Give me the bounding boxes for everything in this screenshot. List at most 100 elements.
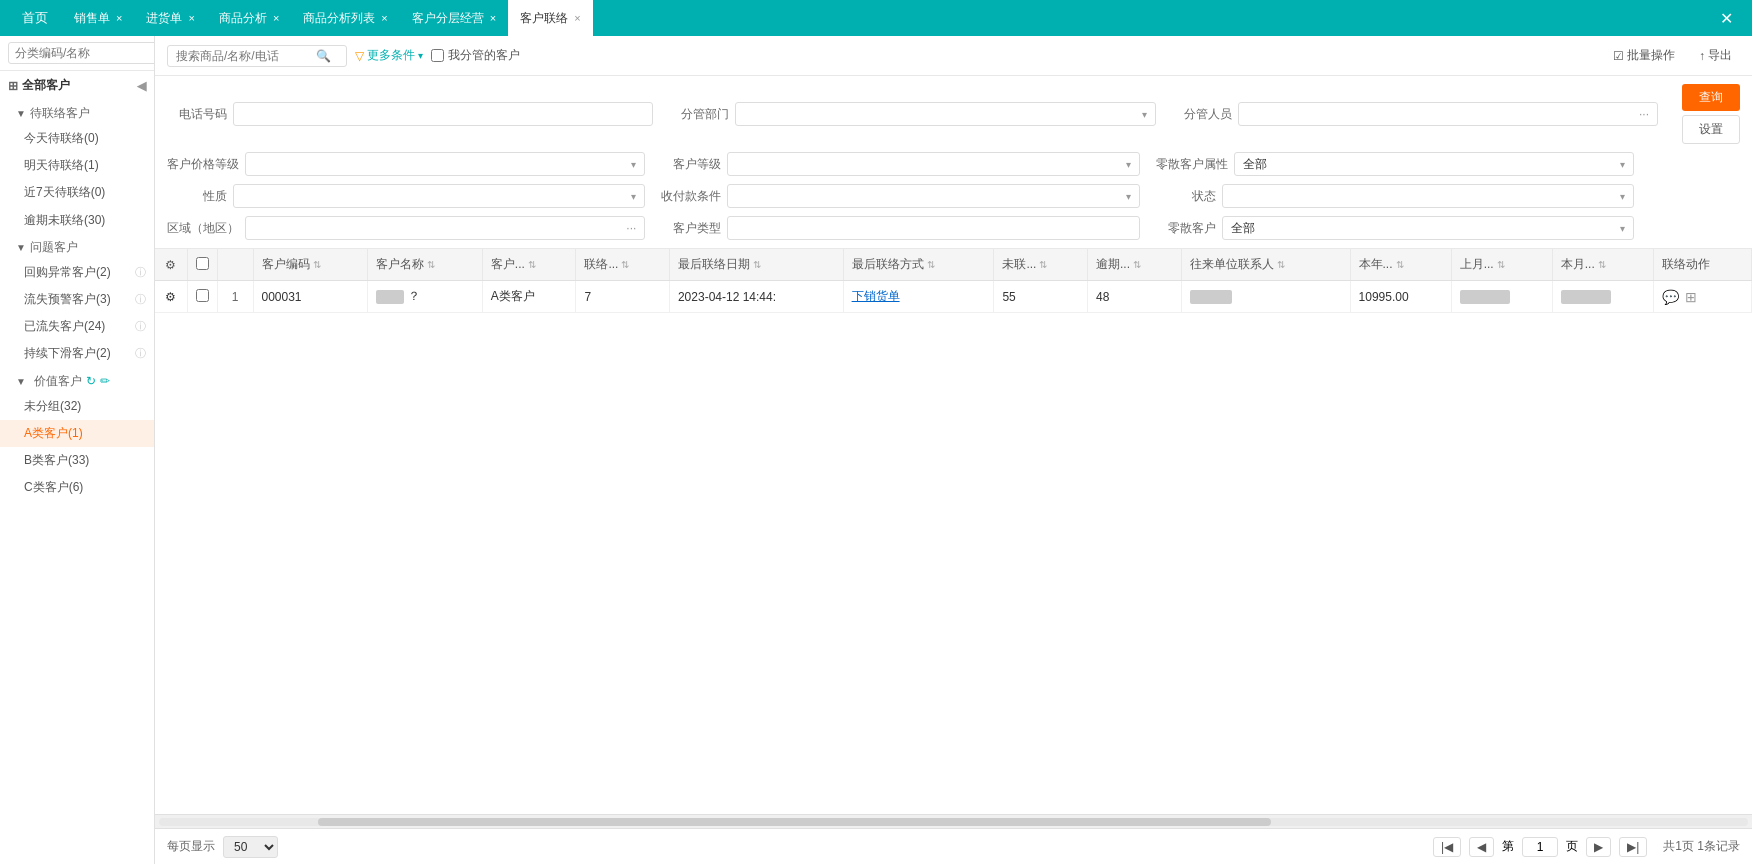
retail-customer-input[interactable] [1231, 221, 1620, 235]
customer-level-input[interactable] [736, 157, 1125, 171]
scrollbar-thumb[interactable] [318, 818, 1271, 826]
customer-level-dropdown[interactable]: ▾ [1126, 159, 1131, 170]
manager-ellipsis-icon[interactable]: ··· [1639, 107, 1649, 121]
sidebar-item-b-class[interactable]: B类客户(33) [0, 447, 154, 474]
filter-input-customer-level[interactable]: ▾ [727, 152, 1139, 176]
status-dropdown[interactable]: ▾ [1620, 191, 1625, 202]
col-code[interactable]: 客户编码⇅ [253, 249, 368, 281]
row-checkbox[interactable] [187, 281, 217, 313]
close-tab-analysis-list[interactable]: × [381, 12, 387, 24]
filter-input-payment[interactable]: ▾ [727, 184, 1139, 208]
filter-search-input[interactable] [176, 49, 316, 63]
nav-tab-purchase[interactable]: 进货单 × [134, 0, 206, 36]
page-last-btn[interactable]: ▶| [1619, 837, 1647, 857]
retail-attr-dropdown[interactable]: ▾ [1620, 159, 1625, 170]
nav-home[interactable]: 首页 [8, 0, 62, 36]
filter-input-customer-type[interactable] [727, 216, 1139, 240]
nav-tab-salesorder[interactable]: 销售单 × [62, 0, 134, 36]
price-level-input[interactable] [254, 157, 631, 171]
filter-input-phone[interactable] [233, 102, 653, 126]
nature-dropdown[interactable]: ▾ [631, 191, 636, 202]
retail-customer-dropdown[interactable]: ▾ [1620, 223, 1625, 234]
sidebar-group-value[interactable]: ▼ 价值客户 ↻ ✏ [0, 368, 154, 393]
row-gear[interactable]: ⚙ [155, 281, 187, 313]
filter-input-manager[interactable]: ··· [1238, 102, 1658, 126]
select-all-checkbox[interactable] [196, 257, 209, 270]
close-tab-purchase[interactable]: × [188, 12, 194, 24]
col-contacts[interactable]: 联络...⇅ [576, 249, 670, 281]
app-close-button[interactable]: ✕ [1708, 0, 1744, 36]
export-btn[interactable]: ↑ 导出 [1691, 44, 1740, 67]
sidebar-item-abnormal-repurchase[interactable]: 回购异常客户(2) ⓘ [0, 259, 154, 286]
customer-type-input[interactable] [736, 221, 1130, 235]
chat-action-icon[interactable]: 💬 [1662, 289, 1679, 305]
manager-input[interactable] [1247, 107, 1639, 121]
sidebar-group-problem[interactable]: ▼ 问题客户 [0, 234, 154, 259]
contact-method-link[interactable]: 下销货单 [852, 289, 900, 303]
sidebar-item-c-class[interactable]: C类客户(6) [0, 474, 154, 501]
dept-input[interactable] [744, 107, 1141, 121]
nature-input[interactable] [242, 189, 631, 203]
close-tab-analysis[interactable]: × [273, 12, 279, 24]
col-type[interactable]: 客户...⇅ [482, 249, 576, 281]
close-tab-customer-tier[interactable]: × [490, 12, 496, 24]
nav-tab-customer-contact[interactable]: 客户联络 × [508, 0, 592, 36]
sidebar-collapse-btn[interactable]: ◀ [137, 79, 146, 93]
sidebar-item-churned[interactable]: 已流失客户(24) ⓘ [0, 313, 154, 340]
sidebar-item-overdue-contact[interactable]: 逾期未联络(30) [0, 207, 154, 234]
col-last-contact-method[interactable]: 最后联络方式⇅ [843, 249, 994, 281]
filter-input-price-level[interactable]: ▾ [245, 152, 645, 176]
col-this-year[interactable]: 本年...⇅ [1350, 249, 1451, 281]
col-last-contact-date[interactable]: 最后联络日期⇅ [669, 249, 843, 281]
sidebar-group-pending[interactable]: ▼ 待联络客户 [0, 100, 154, 125]
col-this-month[interactable]: 本月...⇅ [1552, 249, 1653, 281]
sidebar-search-input[interactable] [8, 42, 155, 64]
scrollbar-track[interactable] [159, 818, 1748, 826]
col-overdue[interactable]: 逾期...⇅ [1088, 249, 1182, 281]
sidebar-item-ungroup[interactable]: 未分组(32) [0, 393, 154, 420]
filter-more-btn[interactable]: ▽ 更多条件 ▾ [355, 47, 423, 64]
query-button[interactable]: 查询 [1682, 84, 1740, 111]
region-input[interactable] [254, 221, 626, 235]
row-select-checkbox[interactable] [196, 289, 209, 302]
nav-tab-analysis[interactable]: 商品分析 × [207, 0, 291, 36]
region-ellipsis[interactable]: ··· [626, 221, 636, 235]
filter-search-icon[interactable]: 🔍 [316, 49, 331, 63]
phone-input[interactable] [242, 107, 644, 121]
filter-input-retail-customer[interactable]: ▾ [1222, 216, 1634, 240]
sidebar-item-declining[interactable]: 持续下滑客户(2) ⓘ [0, 340, 154, 367]
sidebar-item-a-class[interactable]: A类客户(1) [0, 420, 154, 447]
col-unit-contacts[interactable]: 往来单位联系人⇅ [1181, 249, 1350, 281]
page-prev-btn[interactable]: ◀ [1469, 837, 1494, 857]
nav-tab-customer-tier[interactable]: 客户分层经营 × [400, 0, 508, 36]
edit-icon[interactable]: ✏ [100, 374, 110, 388]
close-tab-customer-contact[interactable]: × [574, 12, 580, 24]
my-customers-checkbox[interactable]: 我分管的客户 [431, 47, 520, 64]
col-last-month[interactable]: 上月...⇅ [1451, 249, 1552, 281]
filter-input-region[interactable]: ··· [245, 216, 645, 240]
payment-dropdown[interactable]: ▾ [1126, 191, 1131, 202]
sidebar-item-7day-contact[interactable]: 近7天待联络(0) [0, 179, 154, 206]
payment-input[interactable] [736, 189, 1125, 203]
close-tab-salesorder[interactable]: × [116, 12, 122, 24]
qr-action-icon[interactable]: ⊞ [1685, 289, 1697, 305]
sidebar-item-tomorrow-contact[interactable]: 明天待联络(1) [0, 152, 154, 179]
filter-input-retail-attr[interactable]: ▾ [1234, 152, 1634, 176]
page-first-btn[interactable]: |◀ [1433, 837, 1461, 857]
sidebar-all-customers[interactable]: ⊞ 全部客户 ◀ [0, 71, 154, 100]
filter-input-nature[interactable]: ▾ [233, 184, 645, 208]
retail-attr-input[interactable] [1243, 157, 1620, 171]
filter-input-status[interactable]: ▾ [1222, 184, 1634, 208]
status-input[interactable] [1231, 189, 1620, 203]
horizontal-scrollbar[interactable] [155, 814, 1752, 828]
col-gear[interactable]: ⚙ [155, 249, 187, 281]
my-customers-check[interactable] [431, 49, 444, 62]
refresh-icon[interactable]: ↻ [86, 374, 96, 388]
sidebar-item-churn-warning[interactable]: 流失预警客户(3) ⓘ [0, 286, 154, 313]
nav-tab-analysis-list[interactable]: 商品分析列表 × [291, 0, 399, 36]
filter-input-dept[interactable]: ▾ [735, 102, 1155, 126]
batch-btn[interactable]: ☑ 批量操作 [1605, 44, 1683, 67]
row-last-contact-method[interactable]: 下销货单 [843, 281, 994, 313]
col-checkbox[interactable] [187, 249, 217, 281]
page-next-btn[interactable]: ▶ [1586, 837, 1611, 857]
